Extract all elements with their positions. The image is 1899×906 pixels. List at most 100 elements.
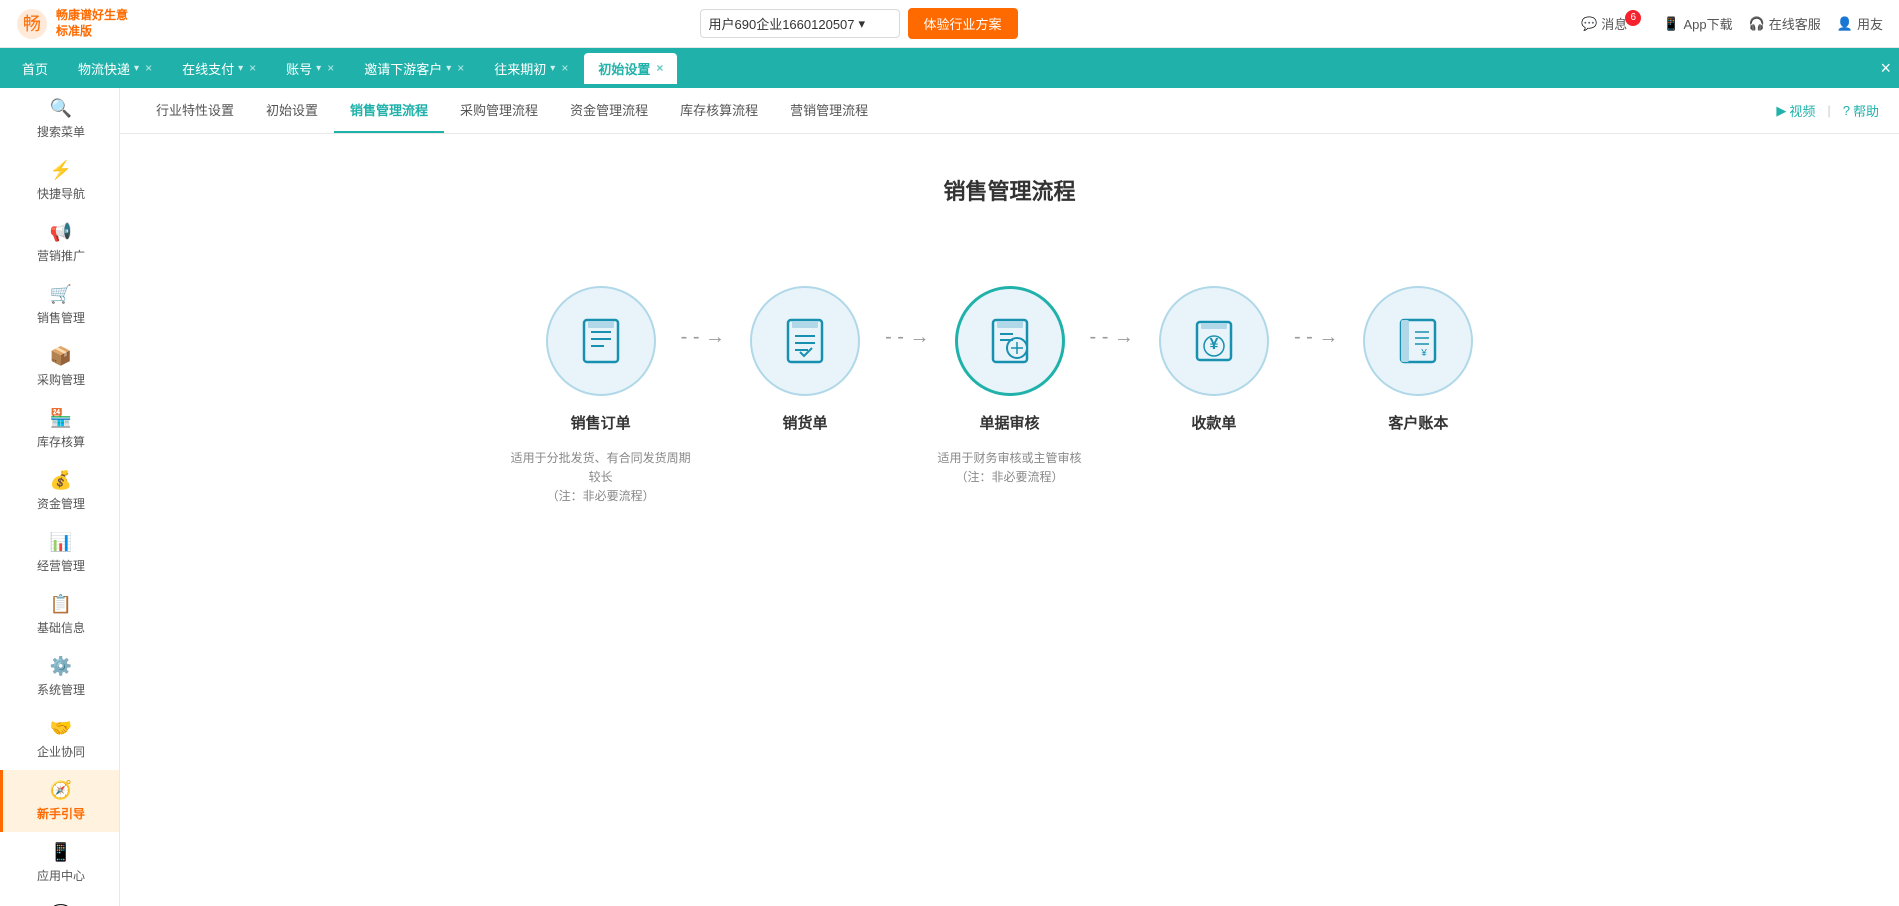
flow-label-sales-order: 销售订单 (571, 412, 631, 433)
page-content: 销售管理流程 销售订单 适用于分批发货、有合同 (120, 134, 1899, 906)
online-service-item[interactable]: 🎧 在线客服 (1749, 14, 1821, 33)
close-icon[interactable]: × (561, 61, 568, 75)
help-icon: ? (1843, 103, 1850, 118)
sales-icon: 🛒 (50, 284, 72, 305)
flow-step-account-book[interactable]: ¥ 客户账本 (1328, 286, 1508, 449)
sidebar-item-quick-nav[interactable]: ⚡ 快捷导航 (0, 150, 119, 212)
sub-tab-marketing-flow[interactable]: 营销管理流程 (774, 88, 884, 133)
flow-circle-sales-order (546, 286, 656, 396)
sub-tab-industry[interactable]: 行业特性设置 (140, 88, 250, 133)
sub-tabs-right: ▶ 视频 | ? 帮助 (1776, 101, 1879, 120)
close-icon[interactable]: × (656, 61, 663, 75)
quick-nav-icon: ⚡ (50, 160, 72, 181)
flow-label-account-book: 客户账本 (1388, 412, 1448, 433)
app-download-item[interactable]: 📱 App下载 (1663, 14, 1732, 33)
phone-icon: 📱 (1663, 16, 1679, 32)
arrow-icon: ▾ (134, 63, 139, 74)
flow-desc-sales-order: 适用于分批发货、有合同发货周期较长（注：非必要流程） (511, 449, 691, 507)
sidebar-item-marketing[interactable]: 📢 营销推广 (0, 212, 119, 274)
flow-circle-approval (955, 286, 1065, 396)
sub-tabs-left: 行业特性设置 初始设置 销售管理流程 采购管理流程 资金管理流程 库存核算流程 (140, 88, 884, 133)
help-link[interactable]: ? 帮助 (1843, 101, 1879, 120)
sub-tabs: 行业特性设置 初始设置 销售管理流程 采购管理流程 资金管理流程 库存核算流程 (120, 88, 1899, 134)
sidebar-item-guide[interactable]: 🧭 新手引导 (0, 770, 119, 832)
close-icon[interactable]: × (249, 61, 256, 75)
sidebar-item-search[interactable]: 🔍 搜索菜单 (0, 88, 119, 150)
content-area: 行业特性设置 初始设置 销售管理流程 采购管理流程 资金管理流程 库存核算流程 (120, 88, 1899, 906)
tab-logistics[interactable]: 物流快递 ▾ × (64, 53, 166, 84)
purchase-icon: 📦 (50, 346, 72, 367)
sub-tab-sales-flow[interactable]: 销售管理流程 (334, 88, 444, 133)
sidebar-item-wechat[interactable]: 💬 企业微信 (0, 894, 119, 906)
sub-tab-initial[interactable]: 初始设置 (250, 88, 334, 133)
flow-circle-account-book: ¥ (1363, 286, 1473, 396)
svg-text:畅: 畅 (23, 14, 41, 34)
sub-tab-purchase-flow[interactable]: 采购管理流程 (444, 88, 554, 133)
dropdown-icon: ▾ (859, 16, 866, 32)
flow-label-delivery: 销货单 (783, 412, 828, 433)
flow-step-approval[interactable]: 单据审核 适用于财务审核或主管审核（注：非必要流程） (920, 286, 1100, 487)
sidebar-item-finance[interactable]: 💰 资金管理 (0, 460, 119, 522)
message-badge: 6 (1625, 10, 1641, 26)
message-item[interactable]: 💬 消息 6 (1581, 14, 1647, 33)
sidebar-item-basic-info[interactable]: 📋 基础信息 (0, 584, 119, 646)
sub-tab-inventory-flow[interactable]: 库存核算流程 (664, 88, 774, 133)
arrow-icon: ▾ (238, 63, 243, 74)
try-industry-button[interactable]: 体验行业方案 (908, 8, 1018, 39)
basic-info-icon: 📋 (50, 594, 72, 615)
tab-account[interactable]: 账号 ▾ × (272, 53, 348, 84)
user-selector[interactable]: 用户690企业1660120507 ▾ (700, 9, 900, 38)
avatar-icon: 👤 (1837, 16, 1853, 32)
sidebar: 🔍 搜索菜单 ⚡ 快捷导航 📢 营销推广 🛒 销售管理 📦 采购管理 🏪 库存核… (0, 88, 120, 906)
flow-step-receipt[interactable]: ¥ 收款单 (1124, 286, 1304, 449)
svg-text:¥: ¥ (1421, 348, 1428, 359)
app-center-icon: 📱 (50, 842, 72, 863)
close-icon[interactable]: × (327, 61, 334, 75)
flow-diagram: 销售订单 适用于分批发货、有合同发货周期较长（注：非必要流程） - - → (140, 266, 1879, 527)
flow-step-delivery[interactable]: 销货单 (715, 286, 895, 449)
arrow-icon: ▾ (446, 63, 451, 74)
close-icon[interactable]: × (145, 61, 152, 75)
logo-text: 畅康谱好生意 标准版 (56, 8, 128, 39)
sub-tab-finance-flow[interactable]: 资金管理流程 (554, 88, 664, 133)
flow-circle-receipt: ¥ (1159, 286, 1269, 396)
page-title: 销售管理流程 (140, 174, 1879, 206)
tab-period-init[interactable]: 往来期初 ▾ × (480, 53, 582, 84)
close-all-button[interactable]: × (1880, 58, 1891, 79)
top-header: 畅 畅康谱好生意 标准版 用户690企业1660120507 ▾ 体验行业方案 … (0, 0, 1899, 48)
headset-icon: 🎧 (1749, 16, 1765, 32)
nav-tabs: 首页 物流快递 ▾ × 在线支付 ▾ × 账号 ▾ × 邀请下游客户 ▾ × 往… (0, 48, 1899, 88)
video-link[interactable]: ▶ 视频 (1776, 101, 1815, 120)
sidebar-item-operation[interactable]: 📊 经营管理 (0, 522, 119, 584)
close-icon[interactable]: × (457, 61, 464, 75)
sidebar-item-app-center[interactable]: 📱 应用中心 (0, 832, 119, 894)
enterprise-icon: 🤝 (50, 718, 72, 739)
tab-invite-customer[interactable]: 邀请下游客户 ▾ × (350, 53, 478, 84)
sidebar-item-enterprise[interactable]: 🤝 企业协同 (0, 708, 119, 770)
arrow-icon: ▾ (316, 63, 321, 74)
sidebar-item-system[interactable]: ⚙️ 系统管理 (0, 646, 119, 708)
video-icon: ▶ (1776, 103, 1786, 119)
flow-step-sales-order[interactable]: 销售订单 适用于分批发货、有合同发货周期较长（注：非必要流程） (511, 286, 691, 507)
main-layout: 🔍 搜索菜单 ⚡ 快捷导航 📢 营销推广 🛒 销售管理 📦 采购管理 🏪 库存核… (0, 88, 1899, 906)
flow-desc-approval: 适用于财务审核或主管审核（注：非必要流程） (937, 449, 1081, 487)
sidebar-item-purchase[interactable]: 📦 采购管理 (0, 336, 119, 398)
svg-text:¥: ¥ (1209, 336, 1218, 353)
inventory-icon: 🏪 (50, 408, 72, 429)
search-icon: 🔍 (50, 98, 72, 119)
flow-label-receipt: 收款单 (1191, 412, 1236, 433)
sidebar-item-inventory[interactable]: 🏪 库存核算 (0, 398, 119, 460)
tab-home[interactable]: 首页 (8, 53, 62, 84)
arrow-icon: ▾ (550, 63, 555, 74)
user-item[interactable]: 👤 用友 (1837, 14, 1883, 33)
header-center: 用户690企业1660120507 ▾ 体验行业方案 (700, 8, 1018, 39)
system-icon: ⚙️ (50, 656, 72, 677)
logo-icon: 畅 (16, 8, 48, 40)
header-right: 💬 消息 6 📱 App下载 🎧 在线客服 👤 用友 (1581, 14, 1883, 33)
tab-initial-setup[interactable]: 初始设置 × (584, 53, 677, 84)
logo-area: 畅 畅康谱好生意 标准版 (16, 8, 136, 40)
finance-icon: 💰 (50, 470, 72, 491)
message-icon: 💬 (1581, 16, 1597, 32)
sidebar-item-sales[interactable]: 🛒 销售管理 (0, 274, 119, 336)
tab-payment[interactable]: 在线支付 ▾ × (168, 53, 270, 84)
